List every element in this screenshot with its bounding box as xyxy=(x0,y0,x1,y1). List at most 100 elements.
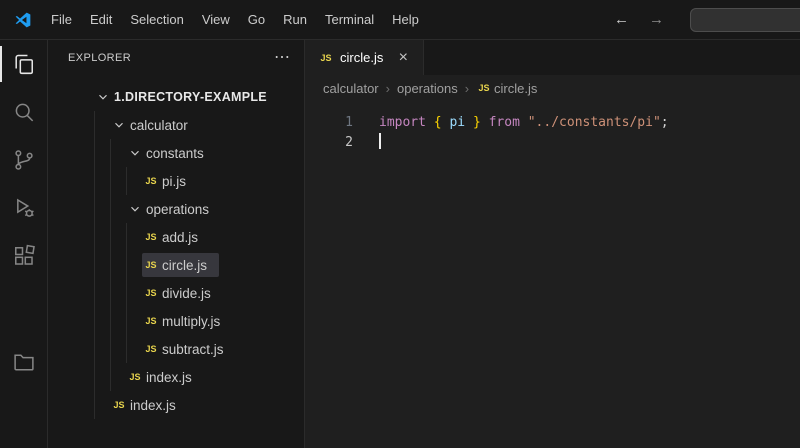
tree-item-content: constants xyxy=(126,141,212,165)
js-file-icon: JS xyxy=(320,52,332,63)
titlebar-right: ← → xyxy=(604,7,800,32)
breadcrumb-separator: › xyxy=(385,80,390,96)
indent-guide xyxy=(94,363,110,391)
tree-item-index-js[interactable]: JS index.js xyxy=(48,391,304,419)
indent-guide xyxy=(126,307,142,335)
tree-item-add-js[interactable]: JS add.js xyxy=(48,223,304,251)
tree-item-label: index.js xyxy=(130,397,176,413)
js-file-icon: JS xyxy=(145,260,157,270)
js-file-icon: JS xyxy=(478,83,490,93)
code-line-2[interactable]: 2 xyxy=(305,133,800,153)
sidebar-header: EXPLORER ⋯ xyxy=(48,40,304,75)
indent-guide xyxy=(94,223,110,251)
menu-file[interactable]: File xyxy=(42,0,81,40)
sidebar-title: EXPLORER xyxy=(68,51,132,64)
chevron-down-icon xyxy=(110,117,128,133)
tree-item-content: operations xyxy=(126,197,217,221)
title-bar: File Edit Selection View Go Run Terminal Help ←… xyxy=(0,0,800,40)
tree-item-label: 1.DIRECTORY-EXAMPLE xyxy=(114,90,267,104)
command-center-search[interactable] xyxy=(690,7,800,32)
breadcrumb-separator: › xyxy=(464,80,470,96)
menu-bar: File Edit Selection View Go Run Terminal Help xyxy=(42,0,428,40)
file-tree: 1.DIRECTORY-EXAMPLE calculator constants JS… xyxy=(48,75,304,419)
files-icon xyxy=(14,54,33,75)
sidebar-item-source-control[interactable] xyxy=(0,136,47,184)
vscode-logo-icon xyxy=(15,12,31,27)
tab-circle-js[interactable]: JS circle.js × xyxy=(305,40,425,75)
tree-item-constants[interactable]: constants xyxy=(48,139,304,167)
forward-icon[interactable]: → xyxy=(639,11,674,28)
vscode-window: File Edit Selection View Go Run Terminal Help ←… xyxy=(0,0,800,448)
js-file-icon: JS xyxy=(145,344,157,354)
indent-guide xyxy=(126,223,142,251)
source-control-icon xyxy=(14,150,33,170)
menu-edit[interactable]: Edit xyxy=(81,0,121,40)
sidebar-item-search[interactable] xyxy=(0,88,47,136)
tree-item-content: JS add.js xyxy=(142,225,206,249)
indent-guide xyxy=(126,279,142,307)
extensions-icon xyxy=(14,244,35,265)
menu-run[interactable]: Run xyxy=(274,0,316,40)
tree-item-label: calculator xyxy=(130,117,188,133)
sidebar-item-extensions[interactable] xyxy=(0,232,47,280)
indent-guide xyxy=(94,307,110,335)
tree-item-divide-js[interactable]: JS divide.js xyxy=(48,279,304,307)
menu-selection[interactable]: Selection xyxy=(121,0,192,40)
indent-guide xyxy=(110,223,126,251)
more-actions-icon[interactable]: ⋯ xyxy=(274,49,290,66)
chevron-down-icon xyxy=(126,201,144,217)
tree-item-content: 1.DIRECTORY-EXAMPLE xyxy=(94,85,275,109)
activity-bar xyxy=(0,40,48,448)
menu-go[interactable]: Go xyxy=(239,0,274,40)
indent-guide xyxy=(126,167,142,195)
breadcrumb: calculator › operations › JS circle.js xyxy=(305,75,800,101)
tree-item-multiply-js[interactable]: JS multiply.js xyxy=(48,307,304,335)
tree-item-label: add.js xyxy=(162,229,199,245)
menu-terminal[interactable]: Terminal xyxy=(316,0,383,40)
close-icon[interactable]: × xyxy=(393,48,413,68)
indent-guide xyxy=(110,167,126,195)
tree-item-label: constants xyxy=(146,145,204,161)
tree-item-circle-js[interactable]: JS circle.js xyxy=(48,251,304,279)
tree-item-content: JS circle.js xyxy=(142,253,220,277)
js-file-icon: JS xyxy=(145,232,157,242)
indent-guide xyxy=(94,195,110,223)
tree-item-label: multiply.js xyxy=(162,313,221,329)
tree-item-index-js[interactable]: JS index.js xyxy=(48,363,304,391)
tree-item-1-directory-example[interactable]: 1.DIRECTORY-EXAMPLE xyxy=(48,83,304,111)
tree-item-content: JS subtract.js xyxy=(142,337,232,361)
indent-guide xyxy=(94,279,110,307)
indent-guide xyxy=(110,279,126,307)
breadcrumb-item-calculator[interactable]: calculator xyxy=(323,81,379,96)
sidebar-item-run-and-debug[interactable] xyxy=(0,184,47,232)
main-area: EXPLORER ⋯ 1.DIRECTORY-EXAMPLE calculator… xyxy=(0,40,800,448)
indent-guide xyxy=(94,251,110,279)
chevron-down-icon xyxy=(126,145,144,161)
tree-item-content: JS divide.js xyxy=(142,281,219,305)
indent-guide xyxy=(110,251,126,279)
tree-item-label: pi.js xyxy=(162,173,187,189)
sidebar-item-explorer[interactable] xyxy=(0,40,47,88)
sidebar-item-folder[interactable] xyxy=(0,338,47,386)
line-number: 1 xyxy=(345,115,353,130)
breadcrumb-item-operations[interactable]: operations xyxy=(397,81,458,96)
code-line-1[interactable]: 1 import { pi } from "../constants/pi"; xyxy=(305,113,800,133)
tree-item-pi-js[interactable]: JS pi.js xyxy=(48,167,304,195)
tree-item-label: index.js xyxy=(146,369,192,385)
indent-guide xyxy=(110,363,126,391)
menu-help[interactable]: Help xyxy=(383,0,428,40)
breadcrumb-item-circle-js[interactable]: JS circle.js xyxy=(476,81,538,96)
js-file-icon: JS xyxy=(145,316,157,326)
tree-item-content: calculator xyxy=(110,113,196,137)
menu-view[interactable]: View xyxy=(193,0,239,40)
tree-item-operations[interactable]: operations xyxy=(48,195,304,223)
indent-guide xyxy=(110,195,126,223)
indent-guide xyxy=(94,167,110,195)
tree-item-label: divide.js xyxy=(162,285,211,301)
tree-item-content: JS multiply.js xyxy=(142,309,228,333)
tree-item-subtract-js[interactable]: JS subtract.js xyxy=(48,335,304,363)
tree-item-calculator[interactable]: calculator xyxy=(48,111,304,139)
run-and-debug-icon xyxy=(16,198,34,217)
code-editor[interactable]: 1 import { pi } from "../constants/pi"; 2 xyxy=(305,101,800,448)
back-icon[interactable]: ← xyxy=(604,11,639,28)
